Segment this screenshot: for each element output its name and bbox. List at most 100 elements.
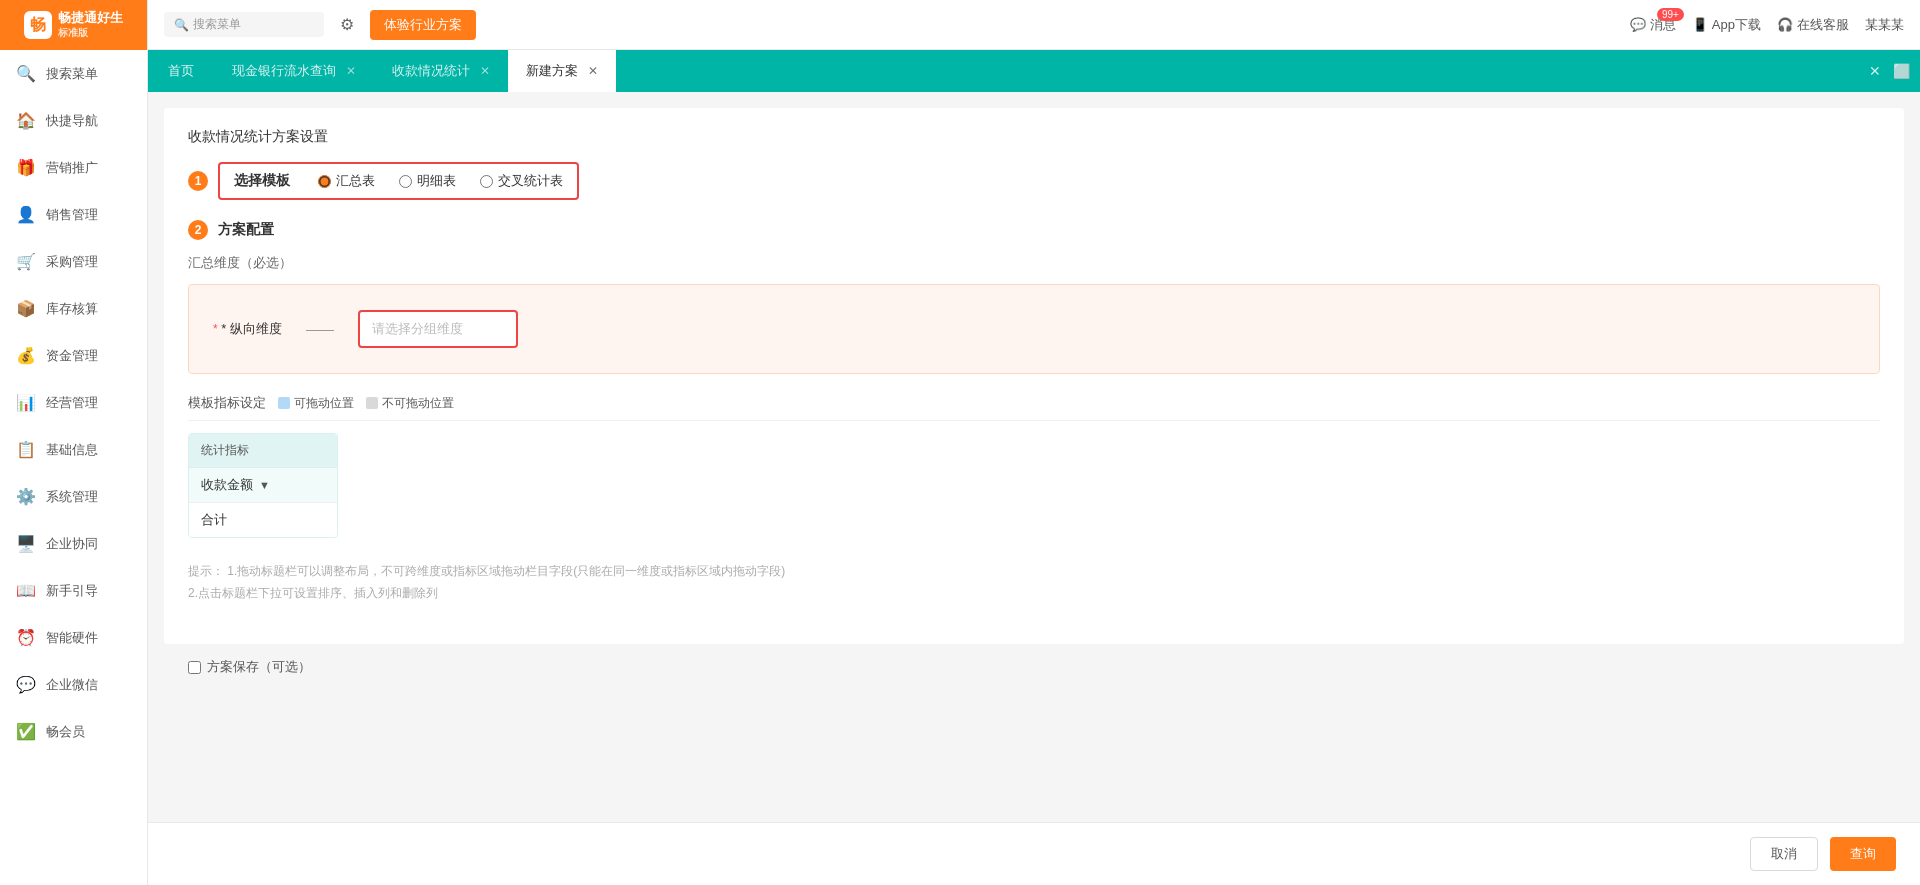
sidebar-item-system[interactable]: ⚙️ 系统管理 xyxy=(0,473,147,520)
check-icon: ✅ xyxy=(16,722,36,741)
notification-btn[interactable]: 💬 消息 99+ xyxy=(1630,16,1676,34)
radio-summary[interactable]: 汇总表 xyxy=(318,172,375,190)
page-content: 收款情况统计方案设置 1 选择模板 汇总表 xyxy=(148,92,1920,822)
step1-header: 1 选择模板 汇总表 明细表 xyxy=(188,162,1880,200)
sidebar-item-quicknav[interactable]: 🏠 快捷导航 xyxy=(0,97,147,144)
sidebar-item-basic[interactable]: 📋 基础信息 xyxy=(0,426,147,473)
step1-label: 选择模板 xyxy=(234,172,290,190)
window-controls: ✕ ⬜ xyxy=(1859,63,1920,79)
step1-number: 1 xyxy=(188,171,208,191)
sidebar-item-finance[interactable]: 💰 资金管理 xyxy=(0,332,147,379)
sidebar-item-member[interactable]: ✅ 畅会员 xyxy=(0,708,147,755)
sidebar-item-collab[interactable]: 🖥️ 企业协同 xyxy=(0,520,147,567)
chat-icon: 💬 xyxy=(16,675,36,694)
cart-icon: 🛒 xyxy=(16,252,36,271)
tab-close-receipts[interactable]: ✕ xyxy=(480,64,490,78)
indicator-table: 统计指标 收款金额 ▼ 合计 xyxy=(188,433,338,538)
settings-icon[interactable]: ⚙ xyxy=(340,15,354,34)
sidebar: 畅 畅捷通好生 标准版 🔍 搜索菜单 🏠 快捷导航 🎁 营销推广 👤 销售管理 … xyxy=(0,0,148,885)
headset-icon: 🎧 xyxy=(1777,17,1793,32)
sidebar-item-search[interactable]: 🔍 搜索菜单 xyxy=(0,50,147,97)
stats-label: 统计指标 xyxy=(189,434,337,468)
industry-btn[interactable]: 体验行业方案 xyxy=(370,10,476,40)
search-nav-icon: 🔍 xyxy=(16,64,36,83)
gear-nav-icon: ⚙️ xyxy=(16,487,36,506)
tip-1: 提示： 1.拖动标题栏可以调整布局，不可跨维度或指标区域拖动栏目字段(只能在同一… xyxy=(188,561,1880,583)
user-icon: 👤 xyxy=(16,205,36,224)
sidebar-item-hardware[interactable]: ⏰ 智能硬件 xyxy=(0,614,147,661)
clock-icon: ⏰ xyxy=(16,628,36,647)
step1-section: 1 选择模板 汇总表 明细表 xyxy=(188,162,1880,200)
sidebar-item-operation[interactable]: 📊 经营管理 xyxy=(0,379,147,426)
sidebar-item-marketing[interactable]: 🎁 营销推广 xyxy=(0,144,147,191)
gray-dot xyxy=(366,397,378,409)
service-btn[interactable]: 🎧 在线客服 xyxy=(1777,16,1849,34)
arrow-icon: —— xyxy=(306,321,334,337)
gift-icon: 🎁 xyxy=(16,158,36,177)
tip-2: 2.点击标题栏下拉可设置排序、插入列和删除列 xyxy=(188,583,1880,605)
radio-detail[interactable]: 明细表 xyxy=(399,172,456,190)
footer-actions: 取消 查询 xyxy=(148,822,1920,885)
dropdown-icon: ▼ xyxy=(259,479,270,491)
window-close-icon[interactable]: ✕ xyxy=(1869,63,1881,79)
money-icon: 💰 xyxy=(16,346,36,365)
summary-dim-label: 汇总维度（必选） xyxy=(188,254,1880,272)
sidebar-item-wechat[interactable]: 💬 企业微信 xyxy=(0,661,147,708)
summary-dim-section: 汇总维度（必选） * * 纵向维度 —— 请选择分组维度 xyxy=(188,254,1880,374)
topbar-actions: 💬 消息 99+ 📱 App下载 🎧 在线客服 某某某 xyxy=(1630,16,1904,34)
settings-card: 收款情况统计方案设置 1 选择模板 汇总表 xyxy=(164,108,1904,644)
radio-cross[interactable]: 交叉统计表 xyxy=(480,172,563,190)
template-radio-group: 选择模板 汇总表 明细表 交叉统计表 xyxy=(218,162,579,200)
tab-newplan[interactable]: 新建方案 ✕ xyxy=(508,50,616,92)
sidebar-logo: 畅 畅捷通好生 标准版 xyxy=(0,0,147,50)
sidebar-item-guide[interactable]: 📖 新手引导 xyxy=(0,567,147,614)
indicator-section: 模板指标设定 可拖动位置 不可拖动位置 统计指标 xyxy=(188,394,1880,541)
tab-bankflow[interactable]: 现金银行流水查询 ✕ xyxy=(214,50,374,92)
step2-section: 2 方案配置 汇总维度（必选） * * 纵向维度 —— xyxy=(188,220,1880,604)
tab-home[interactable]: 首页 xyxy=(148,50,214,92)
chart-icon: 📊 xyxy=(16,393,36,412)
home-icon: 🏠 xyxy=(16,111,36,130)
content-area: 收款情况统计方案设置 1 选择模板 汇总表 xyxy=(148,92,1920,885)
clipboard-icon: 📋 xyxy=(16,440,36,459)
logo-text: 畅捷通好生 标准版 xyxy=(58,10,123,40)
step2-header: 2 方案配置 xyxy=(188,220,1880,240)
total-cell: 合计 xyxy=(189,502,337,537)
bell-icon: 💬 xyxy=(1630,17,1646,32)
vertical-label: * * 纵向维度 xyxy=(213,320,282,338)
query-button[interactable]: 查询 xyxy=(1830,837,1896,871)
cancel-button[interactable]: 取消 xyxy=(1750,837,1818,871)
window-expand-icon[interactable]: ⬜ xyxy=(1893,63,1910,79)
indicator-header: 模板指标设定 可拖动位置 不可拖动位置 xyxy=(188,394,1880,421)
topbar: 🔍 搜索菜单 ⚙ 体验行业方案 💬 消息 99+ 📱 App下载 🎧 在线客服 … xyxy=(148,0,1920,50)
draggable-badge: 可拖动位置 xyxy=(278,395,354,412)
tab-receipts[interactable]: 收款情况统计 ✕ xyxy=(374,50,508,92)
save-label: 方案保存（可选） xyxy=(207,658,311,676)
search-icon: 🔍 xyxy=(174,18,189,32)
blue-dot xyxy=(278,397,290,409)
save-option-section: 方案保存（可选） xyxy=(164,644,1904,690)
user-name[interactable]: 某某某 xyxy=(1865,16,1904,34)
amount-cell[interactable]: 收款金额 ▼ xyxy=(189,468,337,502)
step2-number: 2 xyxy=(188,220,208,240)
monitor-icon: 🖥️ xyxy=(16,534,36,553)
sidebar-item-inventory[interactable]: 📦 库存核算 xyxy=(0,285,147,332)
step2-label: 方案配置 xyxy=(218,221,274,239)
box-icon: 📦 xyxy=(16,299,36,318)
sidebar-item-sales[interactable]: 👤 销售管理 xyxy=(0,191,147,238)
sidebar-nav: 🔍 搜索菜单 🏠 快捷导航 🎁 营销推广 👤 销售管理 🛒 采购管理 📦 库存核… xyxy=(0,50,147,885)
tab-close-bankflow[interactable]: ✕ xyxy=(346,64,356,78)
book-icon: 📖 xyxy=(16,581,36,600)
page-title: 收款情况统计方案设置 xyxy=(188,128,1880,146)
tab-close-newplan[interactable]: ✕ xyxy=(588,64,598,78)
tips-section: 提示： 1.拖动标题栏可以调整布局，不可跨维度或指标区域拖动栏目字段(只能在同一… xyxy=(188,561,1880,604)
tabbar: 首页 现金银行流水查询 ✕ 收款情况统计 ✕ 新建方案 ✕ ✕ ⬜ xyxy=(148,50,1920,92)
non-draggable-badge: 不可拖动位置 xyxy=(366,395,454,412)
sidebar-item-purchase[interactable]: 🛒 采购管理 xyxy=(0,238,147,285)
save-checkbox[interactable] xyxy=(188,661,201,674)
main-area: 🔍 搜索菜单 ⚙ 体验行业方案 💬 消息 99+ 📱 App下载 🎧 在线客服 … xyxy=(148,0,1920,885)
topbar-search[interactable]: 🔍 搜索菜单 xyxy=(164,12,324,37)
download-btn[interactable]: 📱 App下载 xyxy=(1692,16,1761,34)
logo-icon: 畅 xyxy=(24,11,52,39)
dim-selector[interactable]: 请选择分组维度 xyxy=(358,310,518,348)
